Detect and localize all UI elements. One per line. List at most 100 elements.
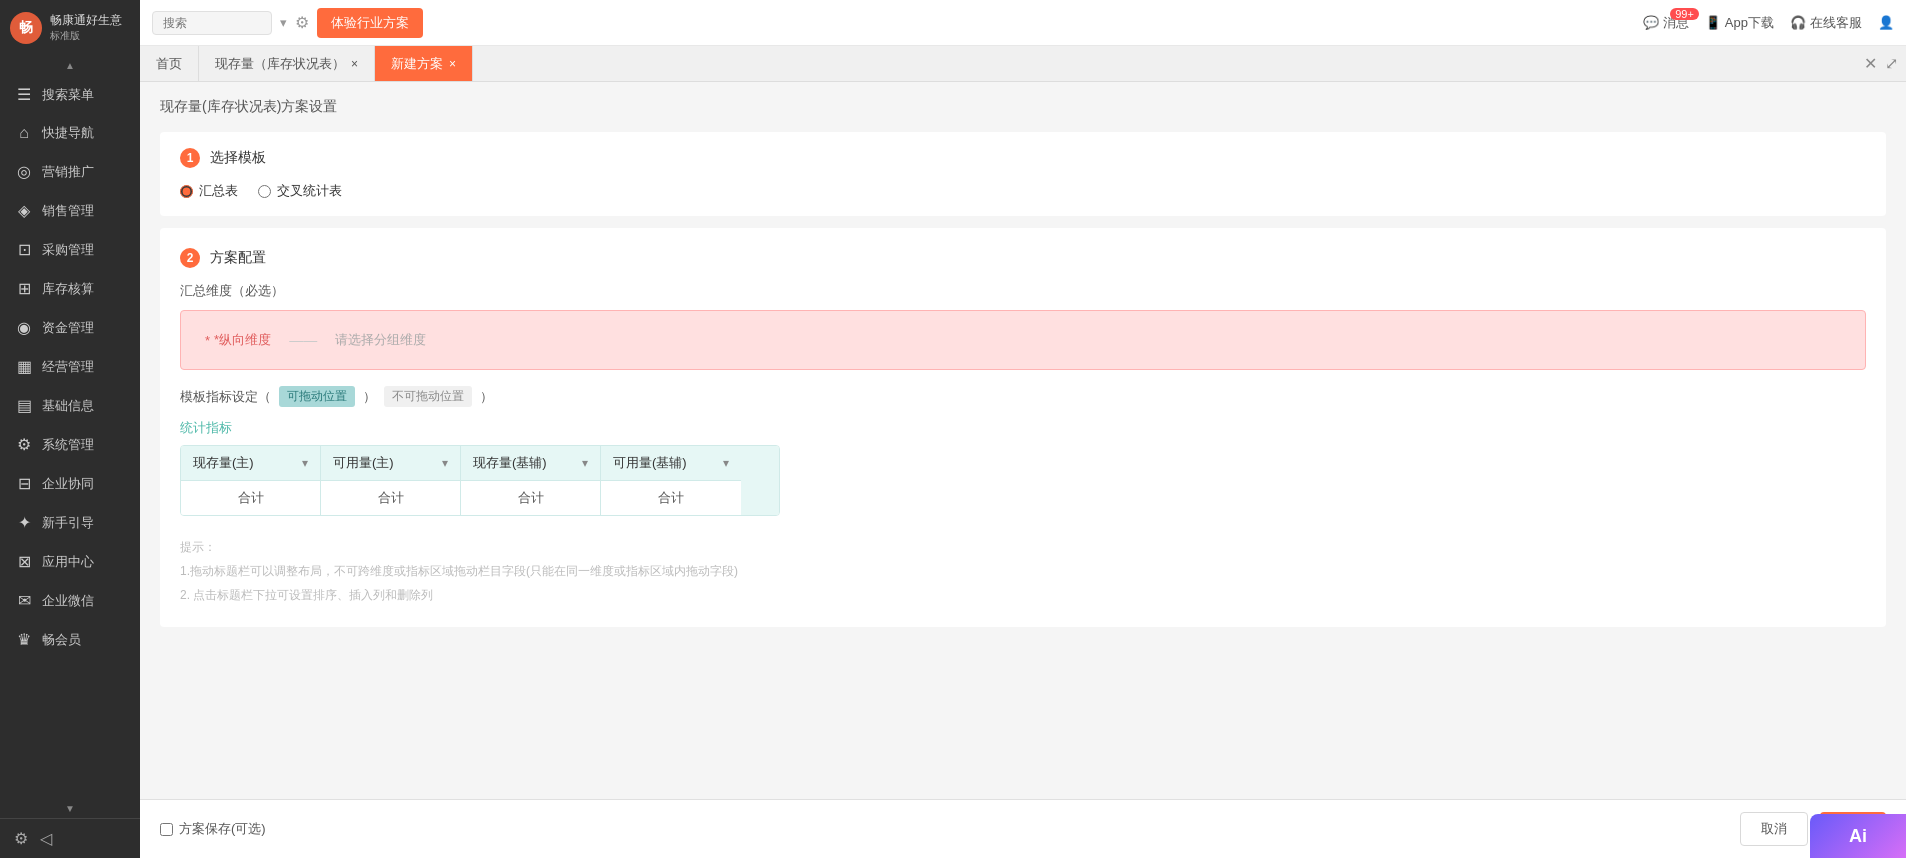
tab-home-label: 首页 (156, 55, 182, 73)
gear-icon[interactable]: ⚙ (295, 13, 309, 32)
indicator-settings-label: 模板指标设定（ 可拖动位置 ） 不可拖动位置 ） (180, 386, 1866, 407)
sidebar-item-management[interactable]: ▦ 经营管理 (0, 347, 140, 386)
tabbar: 首页 现存量（库存状况表） × 新建方案 × ✕ ⤢ (140, 46, 1906, 82)
sidebar-item-marketing[interactable]: ◎ 营销推广 (0, 152, 140, 191)
sidebar-item-appcenter[interactable]: ⊠ 应用中心 (0, 542, 140, 581)
radio-cross-input[interactable] (258, 185, 271, 198)
sidebar-item-purchase[interactable]: ⊡ 采购管理 (0, 230, 140, 269)
tab-inventory-close-icon[interactable]: × (351, 57, 358, 71)
sidebar-item-member[interactable]: ♛ 畅会员 (0, 620, 140, 659)
tab-inventory-status[interactable]: 现存量（库存状况表） × (199, 46, 375, 81)
tab-expand-icon[interactable]: ⤢ (1885, 54, 1898, 73)
logo-icon: 畅 (10, 12, 42, 44)
save-checkbox-label[interactable]: 方案保存(可选) (160, 820, 266, 838)
sidebar-item-wechat[interactable]: ✉ 企业微信 (0, 581, 140, 620)
save-label: 方案保存(可选) (179, 820, 266, 838)
topbar-right: 💬 消息 99+ 📱 App下载 🎧 在线客服 👤 (1643, 14, 1894, 32)
tab-inventory-label: 现存量（库存状况表） (215, 55, 345, 73)
sidebar-item-system[interactable]: ⚙ 系统管理 (0, 425, 140, 464)
search-dropdown-icon[interactable]: ▾ (280, 15, 287, 30)
basic-info-icon: ▤ (14, 396, 34, 415)
tip-1: 1.拖动标题栏可以调整布局，不可跨维度或指标区域拖动栏目字段(只能在同一维度或指… (180, 559, 1866, 583)
step2-header: 2 方案配置 (180, 248, 1866, 268)
tab-home[interactable]: 首页 (140, 46, 199, 81)
radio-summary-input[interactable] (180, 185, 193, 198)
user-menu[interactable]: 👤 (1878, 15, 1894, 30)
logo-text: 畅康通好生意 (50, 13, 122, 29)
sidebar-item-search[interactable]: ☰ 搜索菜单 (0, 75, 140, 114)
save-checkbox[interactable] (160, 823, 173, 836)
stats-col-0-header[interactable]: 现存量(主) ▾ (181, 446, 320, 481)
sidebar-item-sales[interactable]: ◈ 销售管理 (0, 191, 140, 230)
radio-summary[interactable]: 汇总表 (180, 182, 238, 200)
stats-col-1-body: 合计 (321, 481, 460, 515)
sidebar-scroll-up[interactable]: ▲ (0, 56, 140, 75)
sidebar-item-label: 搜索菜单 (42, 86, 94, 104)
step1-badge: 1 (180, 148, 200, 168)
sidebar-item-guide[interactable]: ✦ 新手引导 (0, 503, 140, 542)
app-download-button[interactable]: 📱 App下载 (1705, 14, 1774, 32)
stats-col-3-header[interactable]: 可用量(基辅) ▾ (601, 446, 741, 481)
dim-placeholder: 请选择分组维度 (335, 331, 426, 349)
purchase-icon: ⊡ (14, 240, 34, 259)
dim-config-area[interactable]: **纵向维度 —— 请选择分组维度 (180, 310, 1866, 370)
stats-col-0-label: 现存量(主) (193, 454, 254, 472)
message-button[interactable]: 💬 消息 99+ (1643, 14, 1689, 32)
sidebar-logo: 畅 畅康通好生意 标准版 (0, 0, 140, 56)
sidebar-item-enterprise[interactable]: ⊟ 企业协同 (0, 464, 140, 503)
tab-close-all-icon[interactable]: ✕ (1864, 54, 1877, 73)
sidebar-scroll-down[interactable]: ▼ (0, 799, 140, 818)
stats-table: 现存量(主) ▾ 合计 可用量(主) ▾ 合计 (180, 445, 780, 516)
stats-col-1-header[interactable]: 可用量(主) ▾ (321, 446, 460, 481)
dim-separator: —— (289, 332, 317, 348)
sidebar-item-basic-info[interactable]: ▤ 基础信息 (0, 386, 140, 425)
step2-section: 2 方案配置 汇总维度（必选） **纵向维度 —— 请选择分组维度 模板指标设定… (160, 228, 1886, 627)
tab-new-scheme-close-icon[interactable]: × (449, 57, 456, 71)
indicator-settings: 模板指标设定（ 可拖动位置 ） 不可拖动位置 ） 统计指标 现存量(主) ▾ (180, 386, 1866, 519)
sidebar-item-label: 应用中心 (42, 553, 94, 571)
tab-new-scheme[interactable]: 新建方案 × (375, 46, 473, 81)
management-icon: ▦ (14, 357, 34, 376)
sidebar-item-label: 企业微信 (42, 592, 94, 610)
sidebar-item-label: 采购管理 (42, 241, 94, 259)
sidebar-item-label: 营销推广 (42, 163, 94, 181)
step2-badge: 2 (180, 248, 200, 268)
customer-service-button[interactable]: 🎧 在线客服 (1790, 14, 1862, 32)
main-area: ▾ ⚙ 体验行业方案 💬 消息 99+ 📱 App下载 🎧 在线客服 👤 (140, 0, 1906, 858)
chevron-down-icon-0[interactable]: ▾ (302, 456, 308, 470)
chevron-down-icon-3[interactable]: ▾ (723, 456, 729, 470)
settings-icon[interactable]: ⚙ (14, 829, 28, 848)
sidebar-item-label: 新手引导 (42, 514, 94, 532)
cancel-button[interactable]: 取消 (1740, 812, 1808, 846)
dim-row-label: **纵向维度 (205, 331, 271, 349)
app-label: App下载 (1725, 14, 1774, 32)
stats-col-3-body: 合计 (601, 481, 741, 515)
footer-bar: 方案保存(可选) 取消 查询 (140, 799, 1906, 858)
content-area: 现存量(库存状况表)方案设置 1 选择模板 汇总表 交叉统计表 2 (140, 82, 1906, 799)
trial-button[interactable]: 体验行业方案 (317, 8, 423, 38)
sidebar-item-finance[interactable]: ◉ 资金管理 (0, 308, 140, 347)
stats-col-1: 可用量(主) ▾ 合计 (321, 446, 461, 515)
step1-section: 1 选择模板 汇总表 交叉统计表 (160, 132, 1886, 216)
chevron-down-icon-2[interactable]: ▾ (582, 456, 588, 470)
appcenter-icon: ⊠ (14, 552, 34, 571)
radio-cross[interactable]: 交叉统计表 (258, 182, 342, 200)
sidebar-item-inventory[interactable]: ⊞ 库存核算 (0, 269, 140, 308)
stats-table-header: 现存量(主) ▾ 合计 可用量(主) ▾ 合计 (181, 446, 779, 515)
stats-col-2-header[interactable]: 现存量(基辅) ▾ (461, 446, 600, 481)
topbar: ▾ ⚙ 体验行业方案 💬 消息 99+ 📱 App下载 🎧 在线客服 👤 (140, 0, 1906, 46)
home-icon: ⌂ (14, 124, 34, 142)
sales-icon: ◈ (14, 201, 34, 220)
sidebar-item-label: 销售管理 (42, 202, 94, 220)
phone-icon: 📱 (1705, 15, 1721, 30)
sidebar-nav: ☰ 搜索菜单 ⌂ 快捷导航 ◎ 营销推广 ◈ 销售管理 ⊡ 采购管理 ⊞ 库存核… (0, 75, 140, 799)
toggle-sidebar-icon[interactable]: ◁ (40, 829, 52, 848)
ai-badge[interactable]: Ai (1810, 814, 1906, 858)
sidebar-item-label: 畅会员 (42, 631, 81, 649)
stats-section-label: 统计指标 (180, 419, 1866, 437)
sidebar: 畅 畅康通好生意 标准版 ▲ ☰ 搜索菜单 ⌂ 快捷导航 ◎ 营销推广 ◈ 销售… (0, 0, 140, 858)
chevron-down-icon-1[interactable]: ▾ (442, 456, 448, 470)
search-input[interactable] (152, 11, 272, 35)
finance-icon: ◉ (14, 318, 34, 337)
sidebar-item-quicknav[interactable]: ⌂ 快捷导航 (0, 114, 140, 152)
